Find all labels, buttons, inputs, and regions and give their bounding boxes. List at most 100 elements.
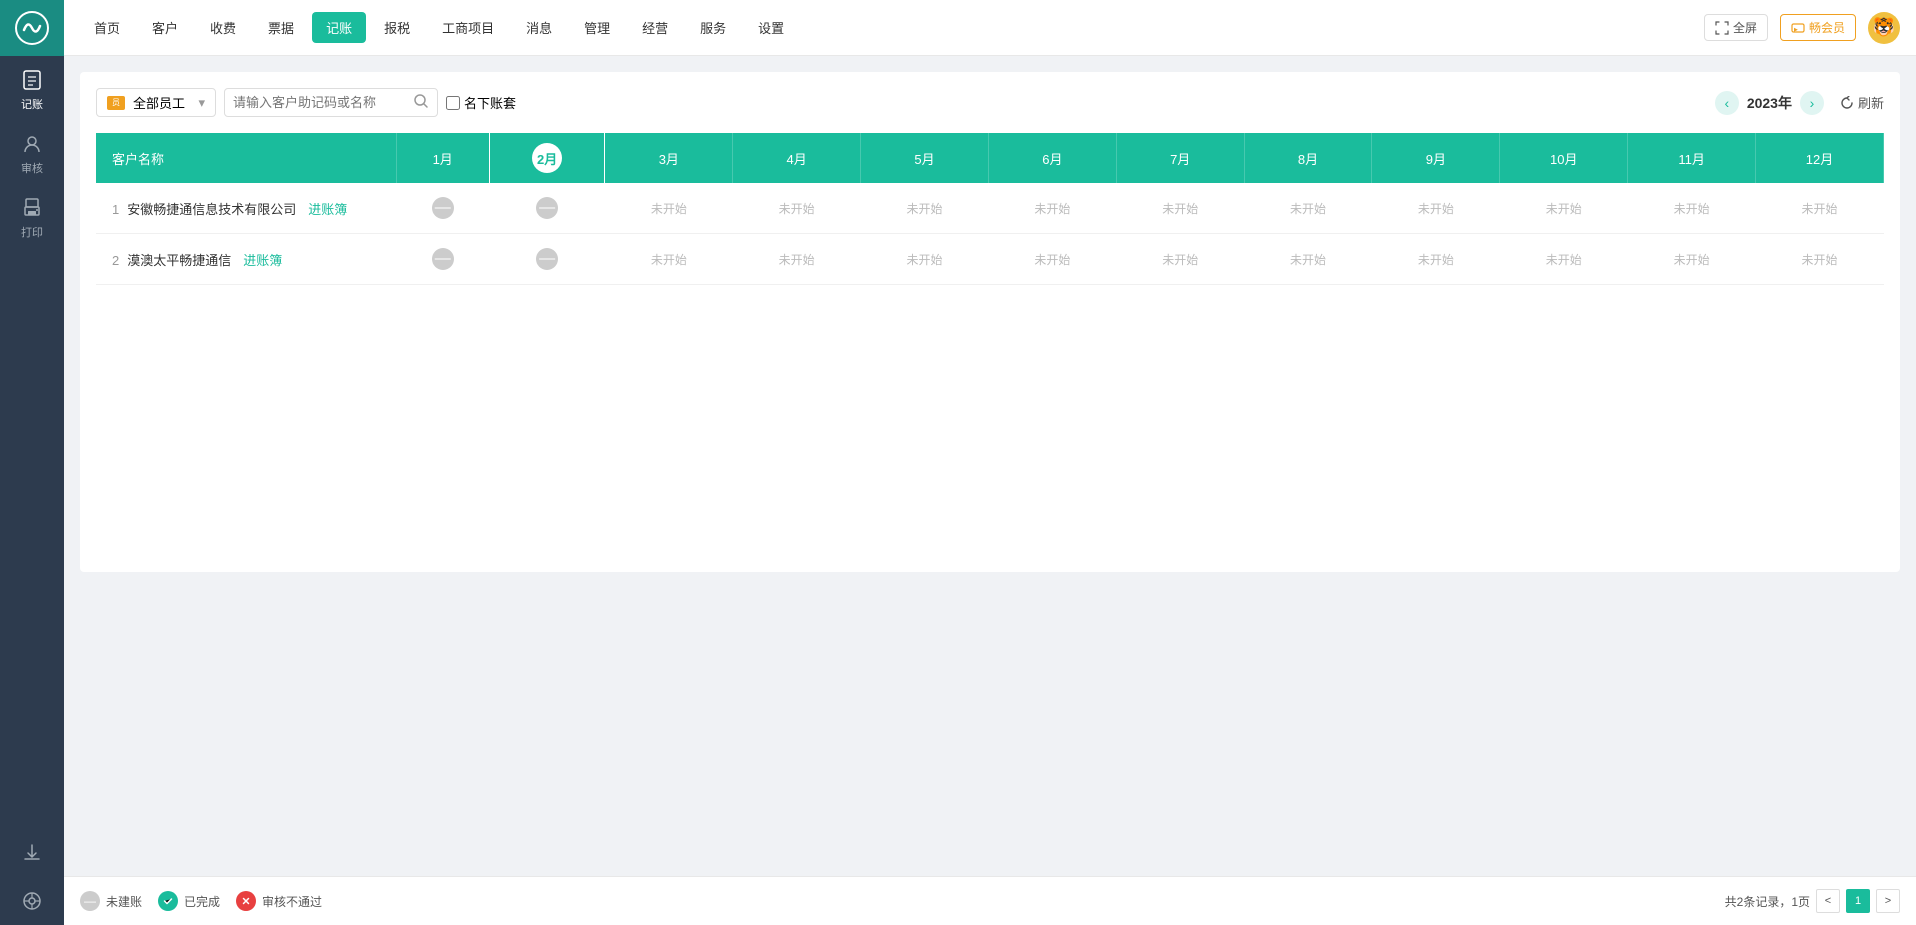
search-input[interactable] xyxy=(233,95,413,110)
status-not-started: 未开始 xyxy=(1674,253,1710,267)
month-status-cell: 未开始 xyxy=(988,183,1116,234)
sidebar-item-audit[interactable]: 审核 xyxy=(0,120,64,184)
pagination: 共2条记录，1页 < 1 > xyxy=(1725,889,1900,913)
chevron-down-icon: ▾ xyxy=(198,95,205,111)
table-row: 2漠澳太平畅捷通信进账簿——未开始未开始未开始未开始未开始未开始未开始未开始未开… xyxy=(96,234,1884,285)
month-status-cell: 未开始 xyxy=(1500,234,1628,285)
year-nav: ‹ 2023年 › xyxy=(1715,91,1824,115)
prev-page-button[interactable]: < xyxy=(1816,889,1840,913)
col-month-7: 7月 xyxy=(1116,133,1244,183)
mine-checkbox[interactable] xyxy=(446,96,460,110)
next-year-button[interactable]: › xyxy=(1800,91,1824,115)
main-wrapper: 首页 客户 收费 票据 记账 报税 工商项目 消息 管理 经营 服务 设置 全屏 xyxy=(64,0,1916,925)
col-month-8: 8月 xyxy=(1244,133,1372,183)
status-dash-icon: — xyxy=(432,248,454,270)
refresh-button[interactable]: 刷新 xyxy=(1840,93,1884,112)
month-status-cell: 未开始 xyxy=(1116,234,1244,285)
employee-select[interactable]: 员 全部员工 ▾ xyxy=(96,88,216,117)
print-icon xyxy=(20,196,44,220)
status-not-started: 未开始 xyxy=(1546,202,1582,216)
refresh-icon xyxy=(1840,96,1854,110)
nav-bookkeeping[interactable]: 记账 xyxy=(312,12,366,43)
month-status-cell: 未开始 xyxy=(1756,234,1884,285)
month-status-cell: 未开始 xyxy=(1244,234,1372,285)
mine-checkbox-label[interactable]: 名下账套 xyxy=(446,93,516,112)
enter-ledger-link[interactable]: 进账簿 xyxy=(243,253,282,268)
col-month-4: 4月 xyxy=(733,133,861,183)
status-not-started: 未开始 xyxy=(1034,202,1070,216)
sidebar-item-print[interactable]: 打印 xyxy=(0,184,64,248)
sidebar: 记账 审核 打印 xyxy=(0,0,64,925)
month-status-cell: 未开始 xyxy=(1372,183,1500,234)
fullscreen-button[interactable]: 全屏 xyxy=(1704,14,1768,41)
year-display: 2023年 xyxy=(1747,93,1792,113)
nav-mgmt[interactable]: 管理 xyxy=(570,12,624,43)
month-status-cell: 未开始 xyxy=(988,234,1116,285)
nav-settings[interactable]: 设置 xyxy=(744,12,798,43)
user-avatar[interactable]: 🐯 xyxy=(1868,12,1900,44)
next-page-button[interactable]: > xyxy=(1876,889,1900,913)
prev-year-button[interactable]: ‹ xyxy=(1715,91,1739,115)
accounts-table: 客户名称 1月 2月 3月 4月 5月 6月 7月 8月 9月 10月 11月 … xyxy=(96,133,1884,285)
nav-biz[interactable]: 工商项目 xyxy=(428,12,508,43)
sidebar-item-support[interactable] xyxy=(0,877,64,925)
month-status-cell: 未开始 xyxy=(733,234,861,285)
col-month-6: 6月 xyxy=(988,133,1116,183)
row-index: 2 xyxy=(112,253,119,268)
nav-msg[interactable]: 消息 xyxy=(512,12,566,43)
status-not-started: 未开始 xyxy=(1162,202,1198,216)
status-not-started: 未开始 xyxy=(1162,253,1198,267)
month-status-cell: 未开始 xyxy=(733,183,861,234)
nav-items: 首页 客户 收费 票据 记账 报税 工商项目 消息 管理 经营 服务 设置 xyxy=(80,12,1704,43)
month-status-cell: 未开始 xyxy=(861,234,989,285)
table-row: 1 安徽畅捷通信息技术有限公司进账簿 — — 未开始 未开始 未开始 未开始 未开始 未开始 未开始… xyxy=(96,183,1884,234)
nav-service[interactable]: 服务 xyxy=(686,12,740,43)
month-status-cell: — xyxy=(489,183,605,234)
nav-home[interactable]: 首页 xyxy=(80,12,134,43)
status-not-started: 未开始 xyxy=(907,202,943,216)
month-status-cell: 未开始 xyxy=(1372,234,1500,285)
main-card: 员 全部员工 ▾ 名下账套 xyxy=(80,72,1900,572)
month-status-cell: 未开始 xyxy=(1500,183,1628,234)
enter-ledger-link[interactable]: 进账簿 xyxy=(308,202,347,217)
status-not-started: 未开始 xyxy=(1034,253,1070,267)
employee-icon: 员 xyxy=(107,96,125,110)
row-index: 1 xyxy=(112,202,119,217)
nav-tax[interactable]: 报税 xyxy=(370,12,424,43)
status-not-started: 未开始 xyxy=(1290,253,1326,267)
legend-done: 已完成 xyxy=(158,891,220,911)
status-not-started: 未开始 xyxy=(779,202,815,216)
search-icon[interactable] xyxy=(413,93,429,112)
vip-button[interactable]: ▶ 畅会员 xyxy=(1780,14,1856,41)
nav-fees[interactable]: 收费 xyxy=(196,12,250,43)
col-month-10: 10月 xyxy=(1500,133,1628,183)
status-dash-icon: — xyxy=(432,197,454,219)
nav-ops[interactable]: 经营 xyxy=(628,12,682,43)
month-status-cell: — xyxy=(396,234,489,285)
sidebar-item-download[interactable] xyxy=(0,829,64,877)
sidebar-item-bookkeeping[interactable]: 记账 xyxy=(0,56,64,120)
logo-icon xyxy=(14,10,50,46)
month-status-cell: — xyxy=(396,183,489,234)
status-not-started: 未开始 xyxy=(1801,253,1837,267)
footer: — 未建账 已完成 审核不通过 共2条记录，1页 xyxy=(64,876,1916,925)
month-status-cell: 未开始 xyxy=(1756,183,1884,234)
legend-not-created: — 未建账 xyxy=(80,891,142,911)
customer-name: 安徽畅捷通信息技术有限公司 xyxy=(127,202,296,217)
col-customer-header: 客户名称 xyxy=(96,133,396,183)
bookkeeping-icon xyxy=(20,68,44,92)
month-status-cell: 未开始 xyxy=(1628,183,1756,234)
legend-dot-teal xyxy=(158,891,178,911)
legend-label-done: 已完成 xyxy=(184,893,220,910)
customer-name: 漠澳太平畅捷通信 xyxy=(127,253,231,268)
download-icon xyxy=(20,841,44,865)
col-month-2: 2月 xyxy=(489,133,605,183)
logo[interactable] xyxy=(0,0,64,56)
toolbar: 员 全部员工 ▾ 名下账套 xyxy=(96,88,1884,117)
page-1-button[interactable]: 1 xyxy=(1846,889,1870,913)
search-input-wrap xyxy=(224,88,438,117)
legend-dot-grey: — xyxy=(80,891,100,911)
status-not-started: 未开始 xyxy=(1801,202,1837,216)
nav-invoices[interactable]: 票据 xyxy=(254,12,308,43)
nav-customer[interactable]: 客户 xyxy=(138,12,192,43)
